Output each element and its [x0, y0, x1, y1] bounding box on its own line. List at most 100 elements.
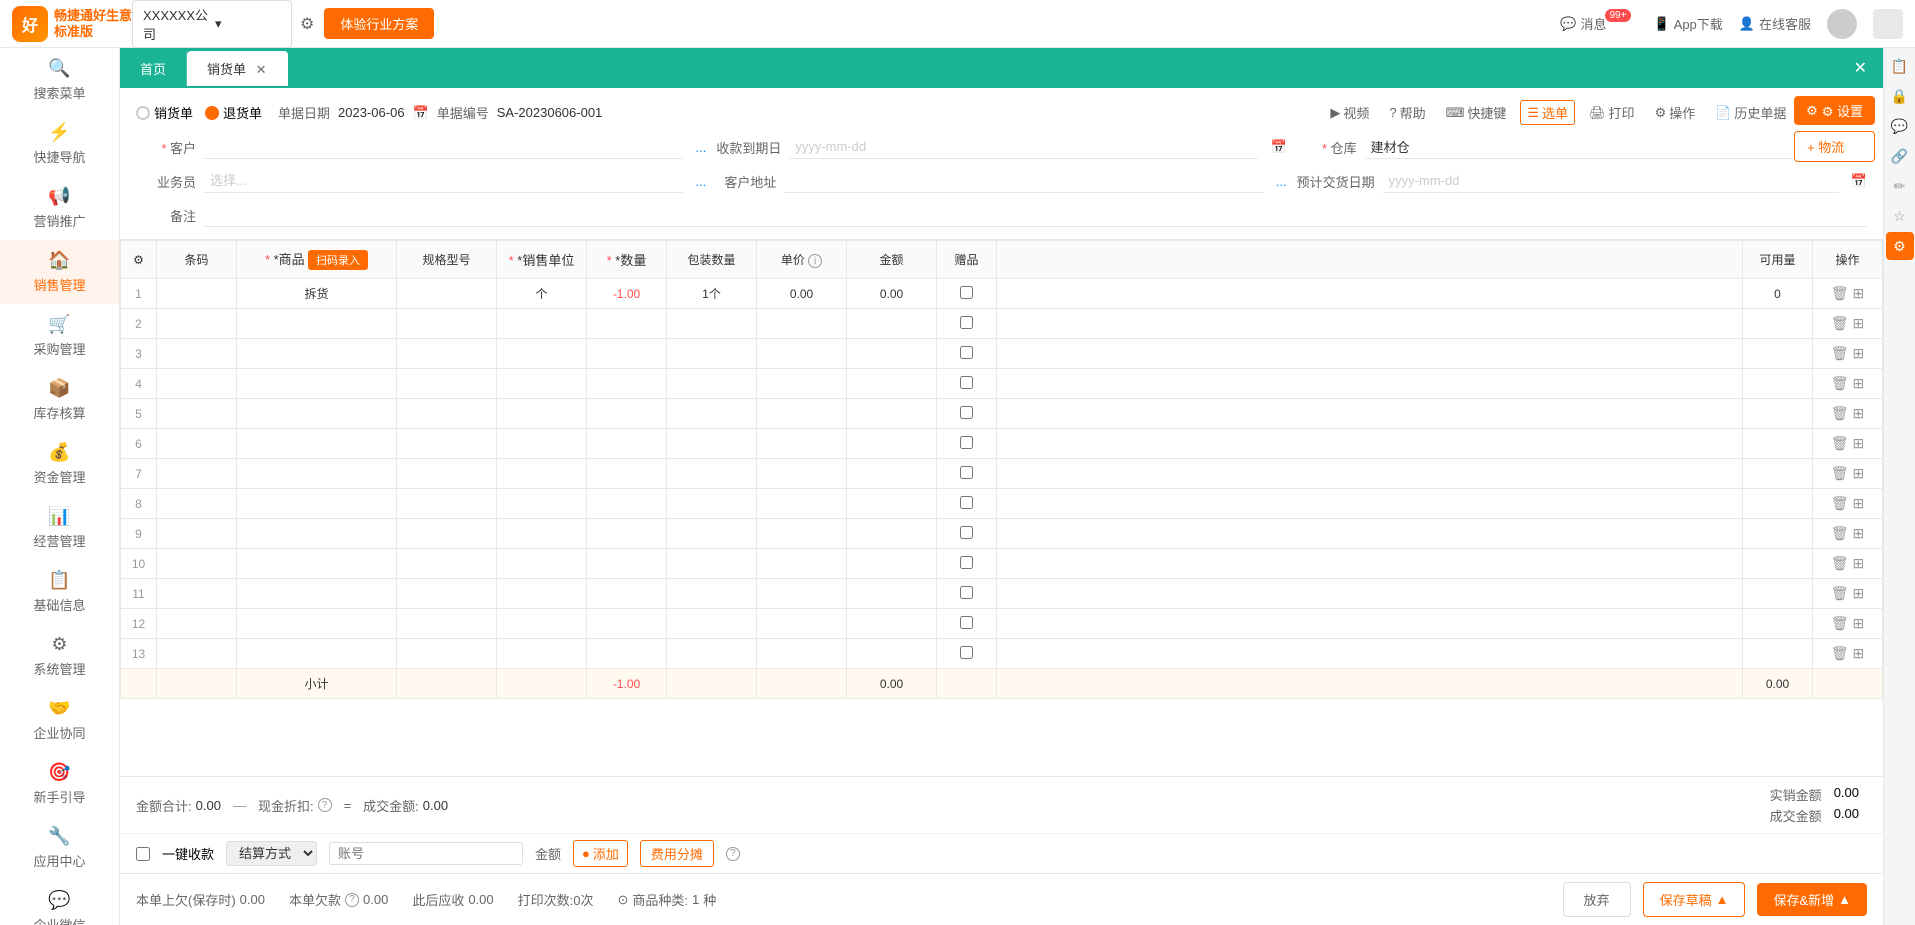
gift-checkbox-10[interactable]	[960, 556, 973, 569]
right-panel-settings-icon[interactable]: ⚙	[1886, 232, 1914, 260]
gift-checkbox-11[interactable]	[960, 586, 973, 599]
expense-info-icon[interactable]: ?	[726, 847, 740, 861]
radio-sales[interactable]: 销货单	[136, 103, 193, 122]
sidebar-item-search[interactable]: 🔍 搜索菜单	[0, 48, 119, 112]
save-new-button[interactable]: 保存&新增 ▲	[1757, 883, 1867, 916]
discount-info-icon[interactable]: ?	[318, 798, 332, 812]
gift-checkbox-12[interactable]	[960, 616, 973, 629]
unit-price-1[interactable]: 0.00	[757, 279, 847, 309]
sidebar-item-sales[interactable]: 🏠 销售管理	[0, 240, 119, 304]
sidebar-item-marketing[interactable]: 📢 营销推广	[0, 176, 119, 240]
sidebar-item-appstore[interactable]: 🔧 应用中心	[0, 816, 119, 880]
toolbar-shortcut[interactable]: ⌨ 快捷键	[1440, 101, 1513, 124]
settlement-method-select[interactable]: 结算方式	[226, 841, 317, 866]
remarks-input[interactable]	[204, 203, 1867, 227]
copy-icon-10[interactable]: ⊞	[1853, 555, 1865, 572]
company-selector[interactable]: XXXXXX公司 ▾	[132, 0, 292, 48]
barcode-1[interactable]	[157, 279, 237, 309]
sidebar-item-purchase[interactable]: 🛒 采购管理	[0, 304, 119, 368]
toolbar-history[interactable]: 📄 历史单据	[1709, 101, 1792, 124]
delete-icon-11[interactable]: 🗑	[1831, 585, 1849, 602]
right-panel-doc-icon[interactable]: 📋	[1886, 52, 1914, 80]
calendar-icon-date[interactable]: 📅	[413, 105, 429, 121]
settings-button[interactable]: ⚙ ⚙ 设置	[1794, 96, 1875, 125]
logistics-button[interactable]: + 物流	[1794, 131, 1875, 162]
delete-icon-1[interactable]: 🗑	[1831, 285, 1849, 302]
gift-checkbox-6[interactable]	[960, 436, 973, 449]
right-panel-link-icon[interactable]: 🔗	[1886, 142, 1914, 170]
add-payment-button[interactable]: ● 添加	[573, 840, 628, 867]
copy-icon-3[interactable]: ⊞	[1853, 345, 1865, 362]
calendar-payment-icon[interactable]: 📅	[1270, 139, 1286, 155]
debit-info-icon[interactable]: ?	[345, 893, 359, 907]
gift-checkbox-7[interactable]	[960, 466, 973, 479]
spec-1[interactable]	[397, 279, 497, 309]
calendar-delivery-icon[interactable]: 📅	[1851, 173, 1867, 189]
expense-split-button[interactable]: 费用分摊	[640, 840, 714, 867]
tab-sales-order[interactable]: 销货单 ✕	[187, 51, 288, 86]
sidebar-item-system[interactable]: ⚙ 系统管理	[0, 624, 119, 688]
delete-icon-7[interactable]: 🗑	[1831, 465, 1849, 482]
salesperson-input[interactable]	[204, 169, 683, 193]
avatar[interactable]	[1827, 9, 1857, 39]
copy-icon-6[interactable]: ⊞	[1853, 435, 1865, 452]
toolbar-operation[interactable]: ⚙ 操作	[1649, 101, 1702, 124]
delete-icon-10[interactable]: 🗑	[1831, 555, 1849, 572]
trial-button[interactable]: 体验行业方案	[324, 8, 434, 39]
copy-icon-4[interactable]: ⊞	[1853, 375, 1865, 392]
scan-button[interactable]: 扫码录入	[308, 250, 368, 270]
copy-icon-11[interactable]: ⊞	[1853, 585, 1865, 602]
sidebar-item-wechat[interactable]: 💬 企业微信	[0, 880, 119, 925]
online-service-item[interactable]: 👤 在线客服	[1739, 14, 1811, 33]
delete-icon-2[interactable]: 🗑	[1831, 315, 1849, 332]
sidebar-item-basic[interactable]: 📋 基础信息	[0, 560, 119, 624]
one-key-payment-checkbox[interactable]	[136, 847, 150, 861]
gift-1[interactable]	[937, 279, 997, 309]
col-settings[interactable]: ⚙	[121, 241, 157, 279]
sidebar-item-quick-nav[interactable]: ⚡ 快捷导航	[0, 112, 119, 176]
save-draft-button[interactable]: 保存草稿 ▲	[1643, 882, 1746, 917]
copy-icon-12[interactable]: ⊞	[1853, 615, 1865, 632]
delete-icon-3[interactable]: 🗑	[1831, 345, 1849, 362]
toolbar-select[interactable]: ☰ 选单	[1520, 100, 1575, 125]
copy-icon-9[interactable]: ⊞	[1853, 525, 1865, 542]
delete-icon-6[interactable]: 🗑	[1831, 435, 1849, 452]
message-item[interactable]: 💬 消息 99+	[1560, 14, 1637, 33]
gear-settings-icon[interactable]: ⚙	[300, 14, 314, 34]
delete-icon-12[interactable]: 🗑	[1831, 615, 1849, 632]
radio-return[interactable]: 退货单	[205, 103, 262, 122]
copy-icon-5[interactable]: ⊞	[1853, 405, 1865, 422]
abandon-button[interactable]: 放弃	[1563, 882, 1631, 917]
sidebar-item-operations[interactable]: 📊 经营管理	[0, 496, 119, 560]
sidebar-item-guide[interactable]: 🎯 新手引导	[0, 752, 119, 816]
gift-checkbox-1[interactable]	[960, 286, 973, 299]
customer-input[interactable]	[204, 135, 683, 159]
delete-icon-9[interactable]: 🗑	[1831, 525, 1849, 542]
payment-due-input[interactable]	[789, 135, 1258, 159]
gift-checkbox-9[interactable]	[960, 526, 973, 539]
sidebar-item-inventory[interactable]: 📦 库存核算	[0, 368, 119, 432]
toolbar-print[interactable]: 🖨 打印	[1583, 101, 1641, 124]
tab-close-icon[interactable]: ✕	[256, 62, 267, 77]
copy-icon-13[interactable]: ⊞	[1853, 645, 1865, 662]
gift-checkbox-4[interactable]	[960, 376, 973, 389]
address-dots[interactable]: ...	[1276, 174, 1287, 189]
copy-icon-2[interactable]: ⊞	[1853, 315, 1865, 332]
app-download-item[interactable]: 📱 App下载	[1653, 14, 1722, 33]
sidebar-item-enterprise[interactable]: 🤝 企业协同	[0, 688, 119, 752]
toolbar-video[interactable]: ▶ 视频	[1324, 101, 1375, 124]
gift-checkbox-2[interactable]	[960, 316, 973, 329]
right-panel-chat-icon[interactable]: 💬	[1886, 112, 1914, 140]
tab-home[interactable]: 首页	[120, 51, 187, 86]
salesperson-dots[interactable]: ...	[695, 174, 706, 189]
right-panel-edit-icon[interactable]: ✏	[1886, 172, 1914, 200]
unit-price-info-icon[interactable]: i	[808, 254, 822, 268]
delete-icon-13[interactable]: 🗑	[1831, 645, 1849, 662]
account-input[interactable]	[329, 842, 523, 865]
copy-icon-1[interactable]: ⊞	[1853, 285, 1865, 302]
customer-dots[interactable]: ...	[695, 140, 706, 155]
avatar-menu[interactable]	[1873, 9, 1903, 39]
warehouse-input[interactable]	[1365, 135, 1844, 159]
customer-address-input[interactable]	[784, 169, 1263, 193]
copy-icon-7[interactable]: ⊞	[1853, 465, 1865, 482]
